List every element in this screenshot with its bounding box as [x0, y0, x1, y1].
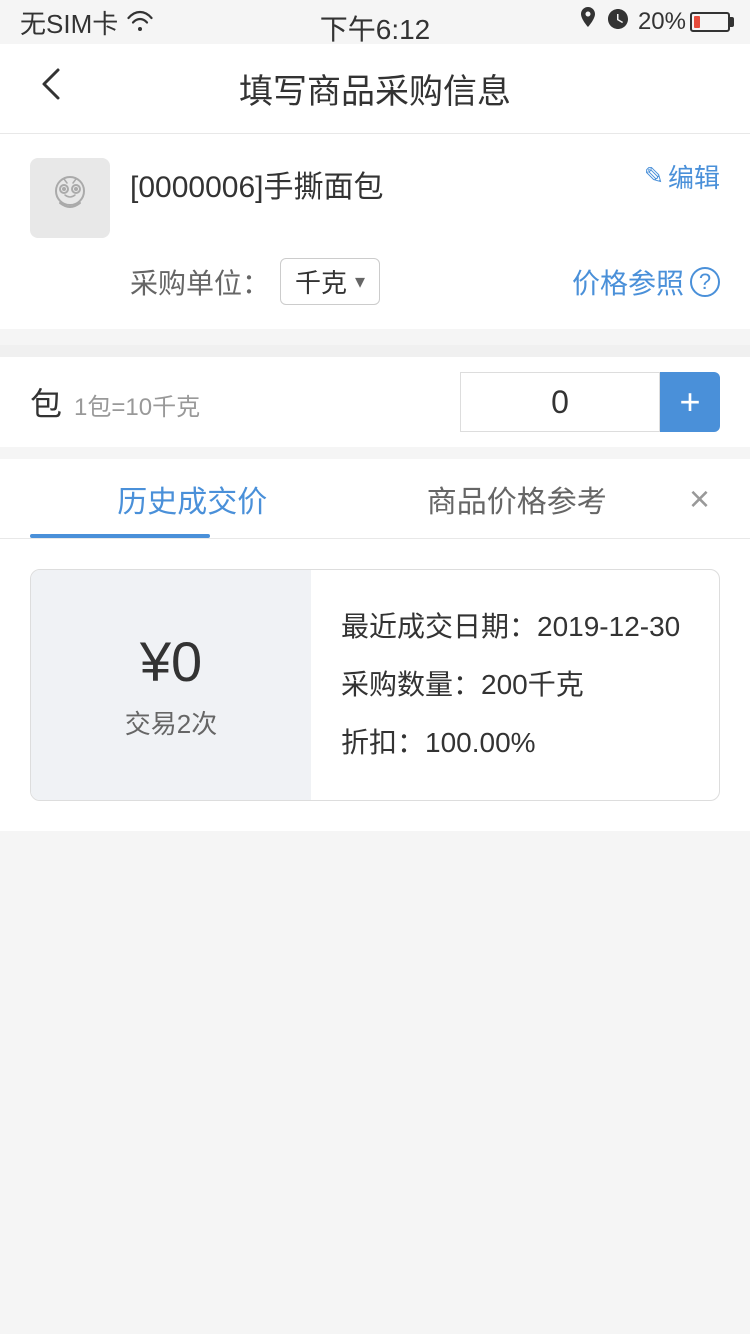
- quantity-plus-button[interactable]: +: [660, 372, 720, 432]
- wifi-icon: [126, 7, 154, 38]
- price-amount: ¥0: [140, 629, 202, 694]
- battery-indicator: 20%: [638, 8, 730, 36]
- edit-label: 编辑: [668, 158, 720, 195]
- price-reference-button[interactable]: 价格参照 ?: [572, 262, 720, 302]
- status-right: 20%: [578, 7, 730, 38]
- product-header: [0000006]手撕面包 ✎ 编辑: [30, 158, 720, 238]
- tab-ref-label: 商品价格参考: [427, 477, 607, 521]
- edit-button[interactable]: ✎ 编辑: [644, 158, 720, 195]
- tab-price-reference[interactable]: 商品价格参考: [354, 459, 678, 539]
- page-title: 填写商品采购信息: [239, 64, 511, 113]
- battery-text: 20%: [638, 8, 686, 36]
- purchase-qty-label: 采购数量：: [341, 669, 481, 700]
- tab-close-button[interactable]: ×: [679, 468, 720, 530]
- recent-date-row: 最近成交日期：2019-12-30: [341, 606, 689, 648]
- quantity-controls: +: [460, 372, 720, 432]
- help-icon: ?: [690, 267, 720, 297]
- unit-arrow-icon: ▾: [355, 269, 365, 294]
- product-info: [0000006]手撕面包: [30, 158, 383, 238]
- recent-date-label: 最近成交日期：: [341, 611, 537, 642]
- status-time: 下午6:12: [320, 8, 431, 48]
- unit-label: 采购单位：: [130, 262, 270, 302]
- carrier-text: 无SIM卡: [20, 4, 118, 41]
- purchase-qty-value: 200千克: [481, 669, 584, 700]
- unit-row: 采购单位： 千克 ▾ 价格参照 ?: [30, 258, 720, 305]
- price-card: ¥0 交易2次 最近成交日期：2019-12-30 采购数量：200千克 折扣：…: [30, 569, 720, 801]
- currency-symbol: ¥: [140, 630, 171, 693]
- quantity-label: 包 1包=10千克: [30, 379, 200, 425]
- discount-label: 折扣：: [341, 727, 425, 758]
- recent-date-value: 2019-12-30: [537, 611, 680, 642]
- transaction-count: 交易2次: [125, 704, 217, 741]
- quantity-unit: 包: [30, 379, 62, 425]
- battery-fill: [694, 16, 700, 28]
- plus-icon: +: [679, 381, 700, 423]
- product-card: [0000006]手撕面包 ✎ 编辑 采购单位： 千克 ▾ 价格参照 ?: [0, 134, 750, 329]
- discount-row: 折扣：100.00%: [341, 722, 689, 764]
- back-button[interactable]: [30, 56, 72, 121]
- tab-history-label: 历史成交价: [117, 477, 267, 521]
- location-icon: [578, 7, 598, 38]
- bottom-panel: 历史成交价 商品价格参考 × ¥0 交易2次 最近成交日期：2019-12-30…: [0, 459, 750, 831]
- price-left-panel: ¥0 交易2次: [31, 570, 311, 800]
- unit-selector[interactable]: 千克 ▾: [280, 258, 380, 305]
- price-value: 0: [171, 630, 202, 693]
- tab-bar: 历史成交价 商品价格参考 ×: [0, 459, 750, 539]
- nav-bar: 填写商品采购信息: [0, 44, 750, 134]
- product-image-placeholder: [45, 169, 95, 228]
- status-left: 无SIM卡: [20, 4, 154, 41]
- status-bar: 无SIM卡 下午6:12 20%: [0, 0, 750, 44]
- battery-icon: [690, 12, 730, 32]
- purchase-qty-row: 采购数量：200千克: [341, 664, 689, 706]
- price-ref-label: 价格参照: [572, 262, 684, 302]
- product-thumbnail: [30, 158, 110, 238]
- product-name: [0000006]手撕面包: [130, 158, 383, 206]
- price-right-panel: 最近成交日期：2019-12-30 采购数量：200千克 折扣：100.00%: [311, 570, 719, 800]
- alarm-icon: [606, 7, 630, 38]
- main-background: [0, 831, 750, 1331]
- unit-value: 千克: [295, 263, 347, 300]
- tab-history-price[interactable]: 历史成交价: [30, 459, 354, 539]
- section-divider: [0, 345, 750, 357]
- quantity-row: 包 1包=10千克 +: [0, 357, 750, 447]
- quantity-input[interactable]: [460, 372, 660, 432]
- edit-icon: ✎: [644, 162, 664, 191]
- history-content: ¥0 交易2次 最近成交日期：2019-12-30 采购数量：200千克 折扣：…: [0, 539, 750, 831]
- tab-active-underline: [30, 534, 210, 538]
- quantity-ratio: 1包=10千克: [74, 387, 200, 422]
- discount-value: 100.00%: [425, 727, 536, 758]
